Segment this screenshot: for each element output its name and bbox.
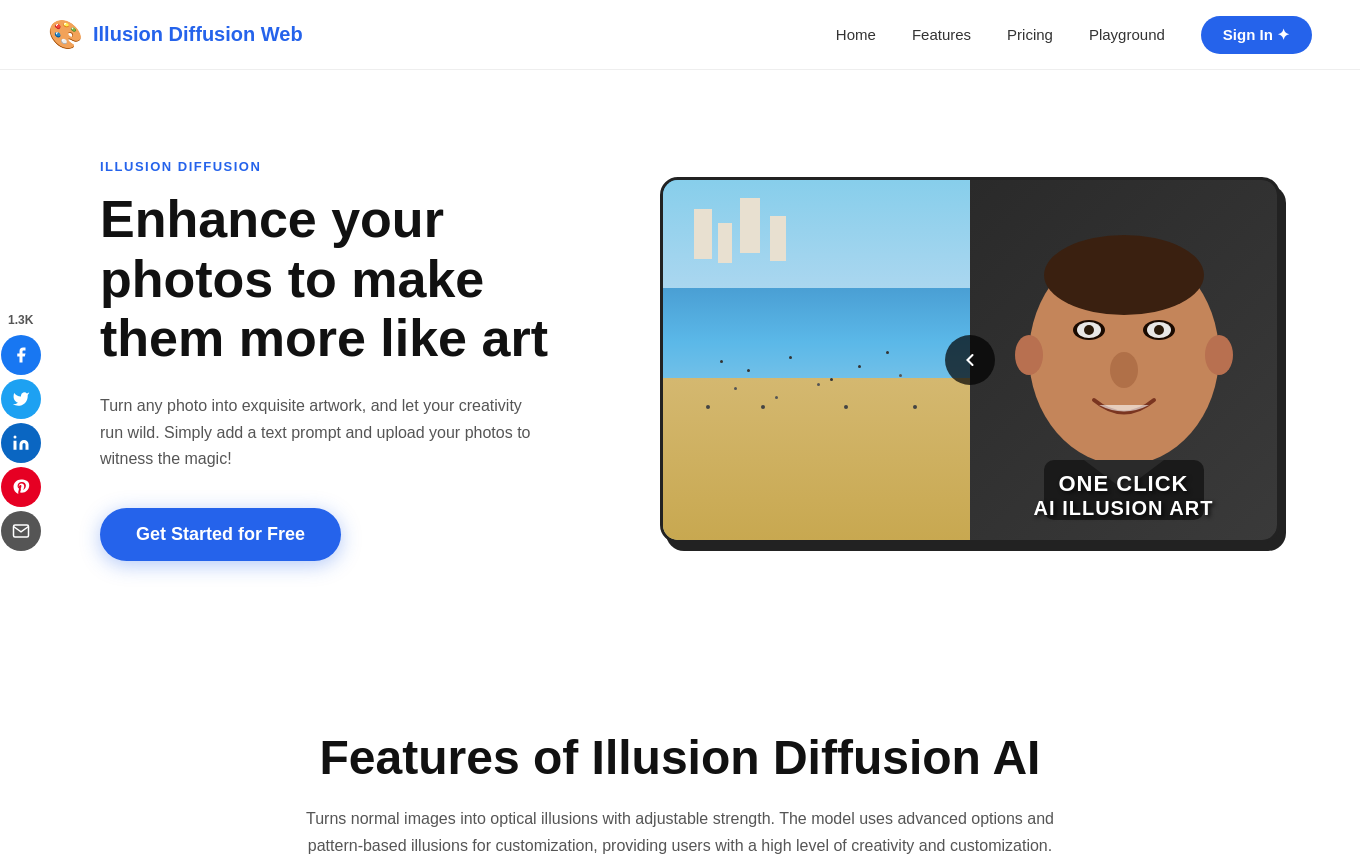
person-dot (844, 405, 848, 409)
hero-image-inner: ONE CLICK AI ILLUSION ART (663, 180, 1277, 540)
facebook-share-button[interactable] (1, 335, 41, 375)
svg-point-13 (1205, 335, 1233, 375)
panel-arrow-icon (945, 335, 995, 385)
social-sidebar: 1.3K (0, 309, 41, 551)
overlay-line1: ONE CLICK (980, 471, 1267, 497)
hero-description: Turn any photo into exquisite artwork, a… (100, 393, 540, 472)
svg-point-8 (1084, 325, 1094, 335)
person-dot (899, 374, 902, 377)
svg-point-12 (1015, 335, 1043, 375)
svg-point-1 (13, 435, 16, 438)
navbar: 🎨 Illusion Diffusion Web Home Features P… (0, 0, 1360, 70)
logo-icon: 🎨 (48, 18, 83, 51)
svg-point-10 (1110, 352, 1138, 388)
building-4 (770, 216, 786, 261)
building-1 (694, 209, 712, 259)
nav-pricing[interactable]: Pricing (1007, 26, 1053, 43)
building-3 (740, 198, 760, 253)
hero-tag: ILLUSION DIFFUSION (100, 159, 600, 174)
signin-button[interactable]: Sign In ✦ (1201, 16, 1312, 54)
logo-link[interactable]: 🎨 Illusion Diffusion Web (48, 18, 303, 51)
person-dot (734, 387, 737, 390)
svg-point-3 (1044, 235, 1204, 315)
pinterest-share-button[interactable] (1, 467, 41, 507)
hero-section: ILLUSION DIFFUSION Enhance your photos t… (0, 70, 1360, 650)
nav-links: Home Features Pricing Playground Sign In… (836, 16, 1312, 54)
logo-text: Illusion Diffusion Web (93, 23, 303, 46)
person-dot (817, 383, 820, 386)
beach-panel (663, 180, 970, 540)
person-dot (858, 365, 861, 368)
nav-home[interactable]: Home (836, 26, 876, 43)
features-description: Turns normal images into optical illusio… (280, 805, 1080, 859)
twitter-share-button[interactable] (1, 379, 41, 419)
image-overlay-text: ONE CLICK AI ILLUSION ART (970, 471, 1277, 520)
person-dot (747, 369, 750, 372)
hero-image-panel: ONE CLICK AI ILLUSION ART (660, 177, 1280, 543)
crowd-area (678, 342, 954, 432)
features-section: Features of Illusion Diffusion AI Turns … (0, 650, 1360, 859)
person-dot (913, 405, 917, 409)
person-dot (761, 405, 765, 409)
person-dot (775, 396, 778, 399)
hero-image-container: ONE CLICK AI ILLUSION ART (660, 177, 1280, 543)
person-dot (789, 356, 792, 359)
features-title: Features of Illusion Diffusion AI (80, 730, 1280, 785)
overlay-line2: AI ILLUSION ART (980, 497, 1267, 520)
person-dot (886, 351, 889, 354)
person-dot (830, 378, 833, 381)
svg-point-9 (1154, 325, 1164, 335)
nav-features[interactable]: Features (912, 26, 971, 43)
nav-playground[interactable]: Playground (1089, 26, 1165, 43)
person-dot (720, 360, 723, 363)
get-started-button[interactable]: Get Started for Free (100, 508, 341, 561)
hero-left-content: ILLUSION DIFFUSION Enhance your photos t… (100, 159, 600, 562)
person-dot (706, 405, 710, 409)
email-share-button[interactable] (1, 511, 41, 551)
linkedin-share-button[interactable] (1, 423, 41, 463)
svg-rect-0 (13, 440, 16, 449)
social-count: 1.3K (0, 309, 41, 331)
hero-title: Enhance your photos to make them more li… (100, 190, 600, 369)
building-2 (718, 223, 732, 263)
